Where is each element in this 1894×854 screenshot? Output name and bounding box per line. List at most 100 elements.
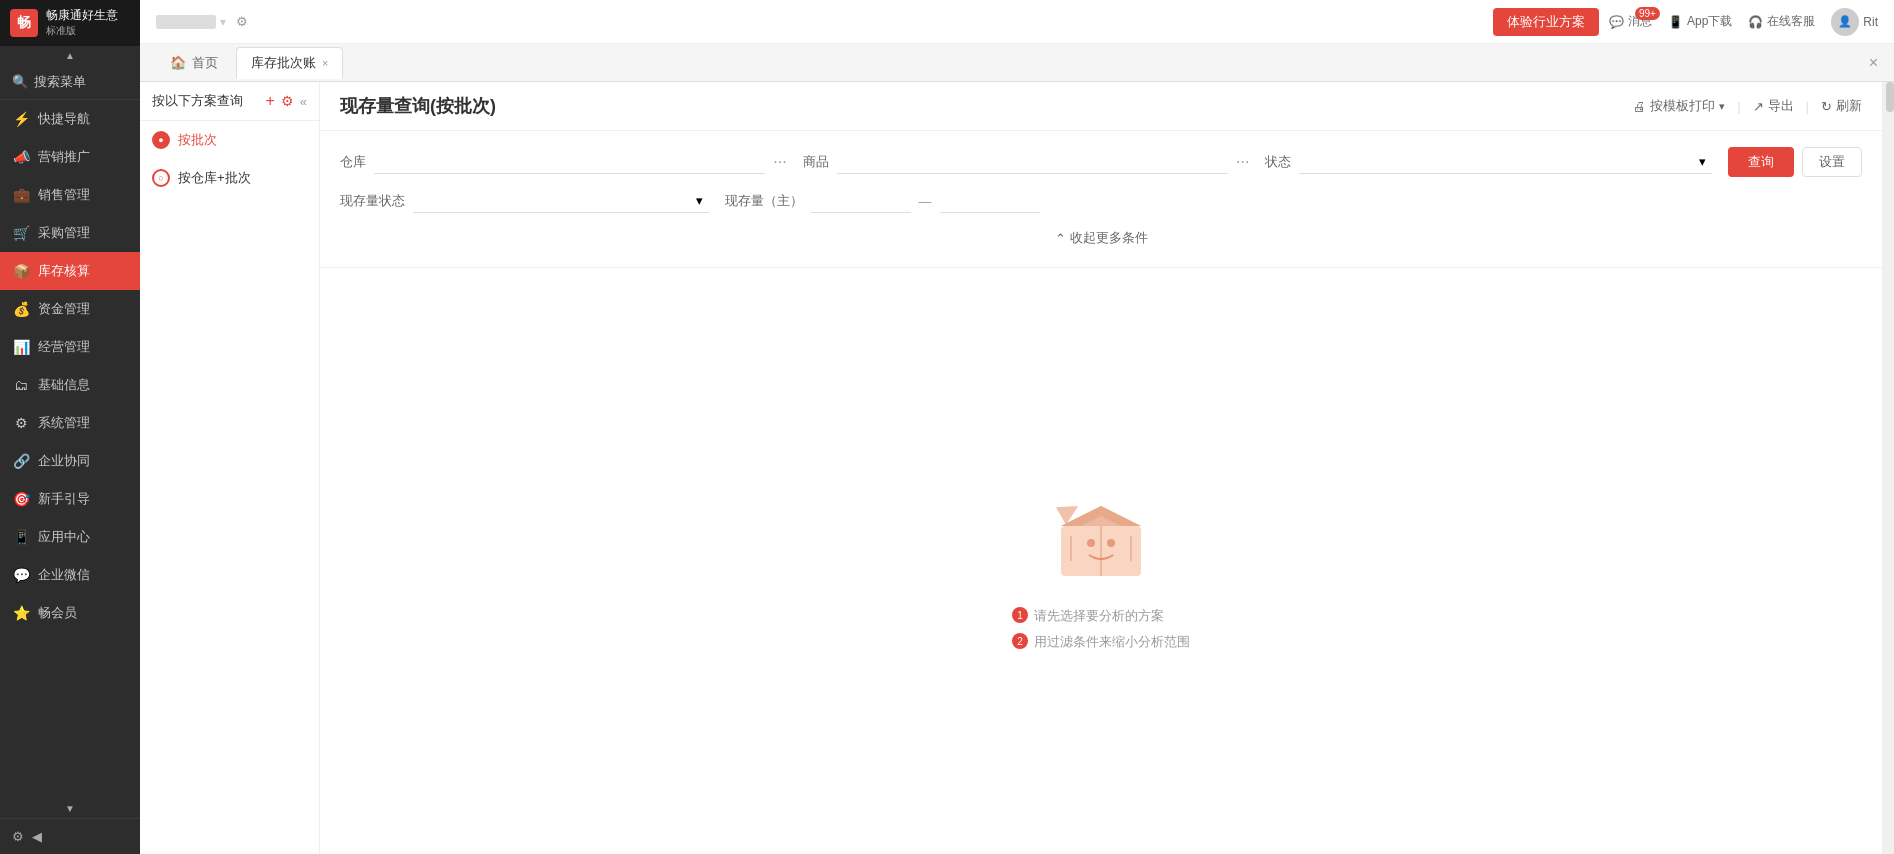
topbar-settings-icon[interactable]: ⚙: [236, 14, 248, 29]
filter-row-1: 仓库 ··· 商品 ··· 状态 ▾: [340, 147, 1862, 177]
sidebar-item-label: 基础信息: [38, 376, 90, 394]
sidebar-item-newbie[interactable]: 🎯 新手引导: [0, 480, 140, 518]
step1-text: 请先选择要分析的方案: [1034, 607, 1164, 625]
settings-btn[interactable]: 设置: [1802, 147, 1862, 177]
avatar: 👤: [1831, 8, 1859, 36]
left-panel: 按以下方案查询 + ⚙ « ● 按批次 ○ 按仓库+批次: [140, 82, 320, 854]
main-area: ▾ ⚙ 体验行业方案 💬 消息 99+ 📱 App下载 🎧 在线客服 👤: [140, 0, 1894, 854]
right-panel: 现存量查询(按批次) 🖨 按模板打印 ▾ | ↗ 导出 | ↻: [320, 82, 1882, 854]
collapse-label: 收起更多条件: [1070, 229, 1148, 247]
sidebar-item-system[interactable]: ⚙ 系统管理: [0, 404, 140, 442]
product-more-btn[interactable]: ···: [1236, 154, 1249, 170]
user-profile[interactable]: 👤 Rit: [1831, 8, 1878, 36]
tabbar-close-icon[interactable]: ×: [1869, 54, 1878, 72]
sidebar-item-quick-nav[interactable]: ⚡ 快捷导航: [0, 100, 140, 138]
status-chevron-icon: ▾: [1699, 154, 1706, 169]
print-btn[interactable]: 🖨 按模板打印 ▾: [1633, 97, 1725, 115]
print-label: 按模板打印: [1650, 97, 1715, 115]
left-panel-header: 按以下方案查询 + ⚙ «: [140, 82, 319, 121]
sidebar-item-inventory[interactable]: 📦 库存核算: [0, 252, 140, 290]
sidebar-item-sales[interactable]: 💼 销售管理: [0, 176, 140, 214]
svg-point-4: [1087, 539, 1095, 547]
sidebar-item-label: 畅会员: [38, 604, 77, 622]
print-chevron-icon[interactable]: ▾: [1719, 100, 1725, 113]
user-name: Rit: [1863, 15, 1878, 29]
system-icon: ⚙: [12, 414, 30, 432]
tab-close-btn[interactable]: ×: [322, 58, 328, 69]
empty-state: 1 请先选择要分析的方案 2 用过滤条件来缩小分析范围: [320, 268, 1882, 854]
quick-nav-icon: ⚡: [12, 110, 30, 128]
marketing-icon: 📣: [12, 148, 30, 166]
stock-status-select[interactable]: ▾: [413, 189, 709, 213]
sidebar-item-label: 企业微信: [38, 566, 90, 584]
app-download-action[interactable]: 📱 App下载: [1668, 13, 1732, 30]
export-label: 导出: [1768, 97, 1794, 115]
sidebar-item-vip[interactable]: ⭐ 畅会员: [0, 594, 140, 632]
query-btn[interactable]: 查询: [1728, 147, 1794, 177]
app-logo: 畅: [10, 9, 38, 37]
chevron-up-icon: ⌃: [1055, 231, 1066, 246]
product-label: 商品: [803, 153, 829, 171]
sidebar-item-basic[interactable]: 🗂 基础信息: [0, 366, 140, 404]
avatar-icon: 👤: [1838, 15, 1852, 28]
sidebar: 畅 畅康通好生意 标准版 ▲ 🔍 搜索菜单 ⚡ 快捷导航 📣 营销推广 💼 销售…: [0, 0, 140, 854]
messages-action[interactable]: 💬 消息 99+: [1609, 13, 1652, 30]
status-select[interactable]: ▾: [1299, 150, 1712, 174]
sidebar-item-marketing[interactable]: 📣 营销推广: [0, 138, 140, 176]
warehouse-more-btn[interactable]: ···: [773, 154, 786, 170]
sidebar-item-operation[interactable]: 📊 经营管理: [0, 328, 140, 366]
filter-row-2: 现存量状态 ▾ 现存量（主） —: [340, 189, 1862, 213]
sidebar-item-label: 销售管理: [38, 186, 90, 204]
scrollbar-thumb[interactable]: [1886, 82, 1894, 112]
left-panel-actions: + ⚙ «: [265, 93, 307, 109]
collapse-btn[interactable]: ⌃ 收起更多条件: [340, 225, 1862, 251]
sidebar-search-label: 搜索菜单: [34, 73, 86, 91]
empty-step-1: 1 请先选择要分析的方案: [1012, 607, 1190, 625]
stock-amount-min[interactable]: [811, 189, 911, 213]
vip-icon: ⭐: [12, 604, 30, 622]
sidebar-item-apps[interactable]: 📱 应用中心: [0, 518, 140, 556]
warehouse-input[interactable]: [374, 150, 765, 174]
sidebar-scroll-down[interactable]: ▼: [0, 799, 140, 818]
sales-icon: 💼: [12, 186, 30, 204]
tab-inventory-batch[interactable]: 库存批次账 ×: [236, 47, 343, 79]
stock-amount-max[interactable]: [940, 189, 1040, 213]
status-label: 状态: [1265, 153, 1291, 171]
sidebar-item-finance[interactable]: 💰 资金管理: [0, 290, 140, 328]
operation-icon: 📊: [12, 338, 30, 356]
sidebar-item-wechat[interactable]: 💬 企业微信: [0, 556, 140, 594]
collapse-panel-btn[interactable]: «: [300, 95, 307, 108]
sidebar-item-label: 库存核算: [38, 262, 90, 280]
refresh-label: 刷新: [1836, 97, 1862, 115]
empty-step-2: 2 用过滤条件来缩小分析范围: [1012, 633, 1190, 651]
message-badge: 99+: [1635, 7, 1660, 20]
sidebar-item-purchase[interactable]: 🛒 采购管理: [0, 214, 140, 252]
enterprise-icon: 🔗: [12, 452, 30, 470]
sidebar-item-enterprise[interactable]: 🔗 企业协同: [0, 442, 140, 480]
tab-home[interactable]: 🏠 首页: [156, 48, 232, 78]
page-title: 现存量查询(按批次): [340, 94, 496, 118]
sidebar-nav: 🔍 搜索菜单 ⚡ 快捷导航 📣 营销推广 💼 销售管理 🛒 采购管理 📦 库存核…: [0, 65, 140, 799]
sidebar-scroll-up[interactable]: ▲: [0, 46, 140, 65]
refresh-btn[interactable]: ↻ 刷新: [1821, 97, 1862, 115]
sidebar-footer[interactable]: ⚙ ◀: [0, 818, 140, 854]
scheme-by-batch[interactable]: ● 按批次: [140, 121, 319, 159]
tab-home-label: 首页: [192, 54, 218, 72]
newbie-icon: 🎯: [12, 490, 30, 508]
experience-btn[interactable]: 体验行业方案: [1493, 8, 1599, 36]
scheme-icon-outline: ○: [152, 169, 170, 187]
scheme-settings-btn[interactable]: ⚙: [281, 94, 294, 108]
empty-svg: [1041, 471, 1161, 591]
right-scrollbar: [1882, 82, 1894, 854]
sidebar-search[interactable]: 🔍 搜索菜单: [0, 65, 140, 100]
stock-status-label: 现存量状态: [340, 192, 405, 210]
home-icon: 🏠: [170, 55, 186, 70]
basic-icon: 🗂: [12, 376, 30, 394]
footer-toggle-icon: ◀: [32, 829, 42, 844]
footer-settings-icon: ⚙: [12, 829, 24, 844]
export-btn[interactable]: ↗ 导出: [1753, 97, 1794, 115]
scheme-by-warehouse-batch[interactable]: ○ 按仓库+批次: [140, 159, 319, 197]
add-scheme-btn[interactable]: +: [265, 93, 274, 109]
online-service-action[interactable]: 🎧 在线客服: [1748, 13, 1815, 30]
product-input[interactable]: [837, 150, 1228, 174]
